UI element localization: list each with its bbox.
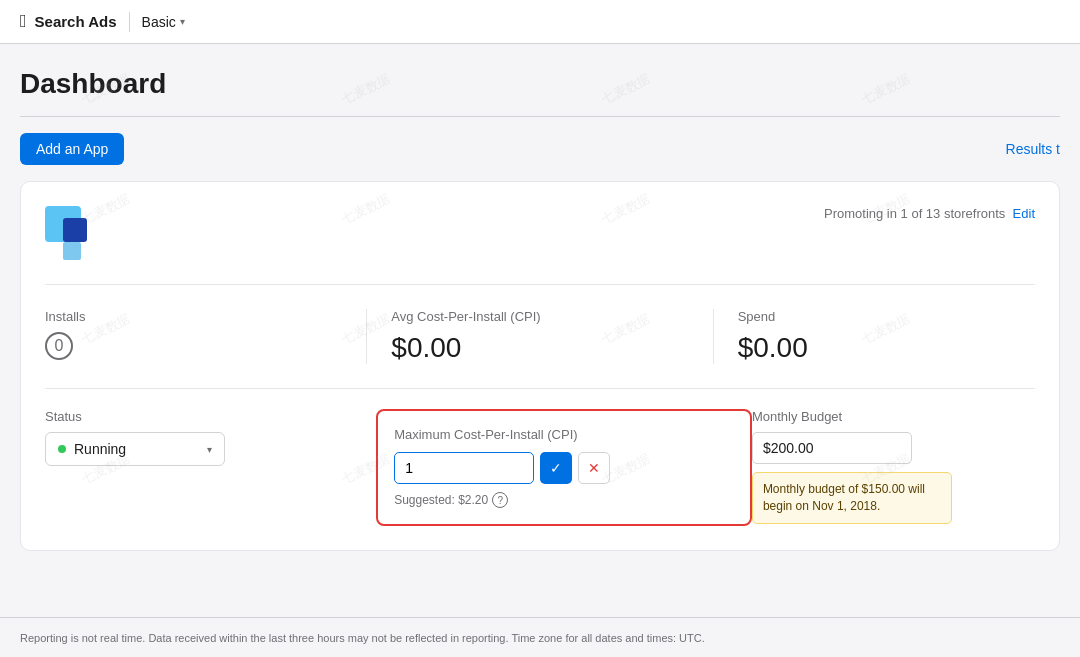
installs-value-icon: 0 [45,332,73,360]
budget-notice: Monthly budget of $150.00 will begin on … [752,472,952,524]
cpi-confirm-button[interactable]: ✓ [540,452,572,484]
status-value: Running [74,441,199,457]
status-col: Status Running ▾ [45,409,352,466]
status-chevron-icon: ▾ [207,444,212,455]
edit-link[interactable]: Edit [1013,206,1035,221]
footer-text: Reporting is not real time. Data receive… [20,632,705,644]
app-card: Promoting in 1 of 13 storefronts Edit In… [20,181,1060,551]
spend-label: Spend [738,309,1035,324]
app-icon [45,206,99,260]
cpi-cancel-button[interactable]: ✕ [578,452,610,484]
promoting-label: Promoting in 1 of 13 storefronts [824,206,1005,221]
brand-name: Search Ads [35,13,117,30]
main-content: Dashboard Add an App Results t Promoting… [0,44,1080,617]
plan-selector[interactable]: Basic ▾ [142,14,185,30]
page-title: Dashboard [20,68,1060,100]
cpi-avg-label: Avg Cost-Per-Install (CPI) [391,309,688,324]
cpi-suggested-row: Suggested: $2.20 ? [394,492,734,508]
controls-row: Status Running ▾ Maximum Cost-Per-Instal… [45,388,1035,526]
spend-metric: Spend $0.00 [738,309,1035,364]
promoting-text: Promoting in 1 of 13 storefronts Edit [824,206,1035,221]
icon-square-medium-blue [63,242,81,260]
status-dropdown[interactable]: Running ▾ [45,432,225,466]
brand-logo:  Search Ads [20,11,117,32]
app-icon-area [45,206,99,260]
budget-label: Monthly Budget [752,409,1035,424]
cancel-icon: ✕ [588,460,600,476]
budget-input[interactable] [752,432,912,464]
apple-icon:  [20,11,27,32]
cpi-metric: Avg Cost-Per-Install (CPI) $0.00 [391,309,713,364]
cpi-avg-value: $0.00 [391,332,688,364]
cpi-input-section: Maximum Cost-Per-Install (CPI) ✓ ✕ Sugge… [376,409,752,526]
budget-col: Monthly Budget Monthly budget of $150.00… [752,409,1035,524]
cpi-max-label: Maximum Cost-Per-Install (CPI) [394,427,734,442]
installs-metric: Installs 0 [45,309,367,364]
spend-value: $0.00 [738,332,1035,364]
status-dot-icon [58,445,66,453]
suggested-text: Suggested: $2.20 [394,493,488,507]
plan-label: Basic [142,14,176,30]
cpi-input[interactable] [394,452,534,484]
checkmark-icon: ✓ [550,460,562,476]
footer: Reporting is not real time. Data receive… [0,617,1080,657]
cpi-input-row: ✓ ✕ [394,452,734,484]
add-app-button[interactable]: Add an App [20,133,124,165]
plan-chevron-icon: ▾ [180,16,185,27]
toolbar: Add an App Results t [20,117,1060,181]
status-label: Status [45,409,328,424]
app-row: Promoting in 1 of 13 storefronts Edit [45,206,1035,260]
icon-square-dark-blue [63,218,87,242]
installs-zero: 0 [55,337,64,355]
nav-divider [129,12,130,32]
info-icon[interactable]: ? [492,492,508,508]
topnav:  Search Ads Basic ▾ [0,0,1080,44]
metrics-row: Installs 0 Avg Cost-Per-Install (CPI) $0… [45,284,1035,364]
results-link[interactable]: Results t [1006,141,1060,157]
dashboard-header: Dashboard [20,44,1060,117]
installs-label: Installs [45,309,342,324]
